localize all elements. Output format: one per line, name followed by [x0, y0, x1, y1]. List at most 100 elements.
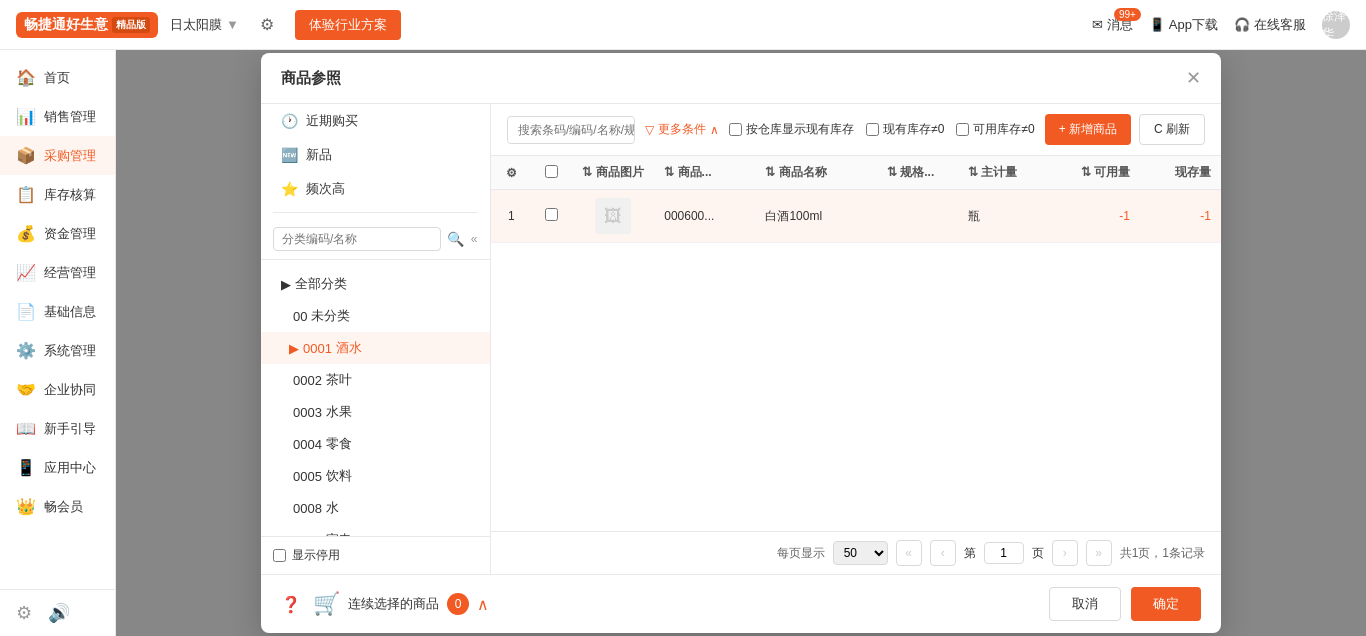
sidebar-item-guide[interactable]: 📖 新手引导: [0, 409, 115, 448]
collapse-panel-btn[interactable]: «: [470, 229, 478, 249]
table-row[interactable]: 1 🖼: [491, 190, 1221, 243]
col-header-stock[interactable]: 现存量: [1140, 156, 1221, 190]
row-spec: [877, 190, 958, 243]
app-download-btn[interactable]: 📱 App下载: [1149, 16, 1218, 34]
settings-gear-icon[interactable]: ⚙: [16, 602, 32, 624]
recent-purchase-item[interactable]: 🕐 近期购买: [269, 104, 482, 138]
store-selector[interactable]: 日太阳膜 ▼: [170, 16, 239, 34]
sidebar-item-finance[interactable]: 💰 资金管理: [0, 214, 115, 253]
col-header-name[interactable]: ⇅ 商品名称: [755, 156, 876, 190]
category-beverage-name: 饮料: [326, 467, 352, 485]
more-filter-button[interactable]: ▽ 更多条件 ∧: [645, 121, 719, 138]
category-appliance[interactable]: 0010 家电: [261, 524, 490, 536]
avail-not-zero-checkbox-label[interactable]: 可用库存≠0: [956, 121, 1034, 138]
category-liquor[interactable]: ▶ 0001 酒水: [261, 332, 490, 364]
col-header-checkbox[interactable]: [531, 156, 571, 190]
frequent-item[interactable]: ⭐ 频次高: [269, 172, 482, 206]
guide-icon: 📖: [16, 419, 36, 438]
online-service-btn[interactable]: 🎧 在线客服: [1234, 16, 1306, 34]
col-header-settings[interactable]: ⚙: [491, 156, 531, 190]
sidebar-item-app-center[interactable]: 📱 应用中心: [0, 448, 115, 487]
help-icon[interactable]: ❓: [281, 595, 301, 614]
cart-icon[interactable]: 🛒: [313, 591, 340, 617]
confirm-button[interactable]: 确定: [1131, 587, 1201, 621]
row-code: 000600...: [654, 190, 755, 243]
page-number-input[interactable]: [984, 542, 1024, 564]
modal-body: 🕐 近期购买 🆕 新品 ⭐ 频次高: [261, 104, 1221, 574]
first-page-button[interactable]: «: [896, 540, 922, 566]
warehouse-checkbox-text: 按仓库显示现有库存: [746, 121, 854, 138]
sidebar-item-sales[interactable]: 📊 销售管理: [0, 97, 115, 136]
row-checkbox-cell[interactable]: [531, 190, 571, 243]
volume-icon[interactable]: 🔊: [48, 602, 70, 624]
sidebar-label-app-center: 应用中心: [44, 459, 96, 477]
refresh-button[interactable]: C 刷新: [1139, 114, 1205, 145]
avatar[interactable]: 徐泽华: [1322, 11, 1350, 39]
row-name: 白酒100ml: [755, 190, 876, 243]
col-header-unit[interactable]: ⇅ 主计量: [958, 156, 1039, 190]
col-image-sort-icon: ⇅: [582, 165, 592, 179]
system-icon: ⚙️: [16, 341, 36, 360]
inventory-icon: 📋: [16, 185, 36, 204]
category-tea[interactable]: 0002 茶叶: [261, 364, 490, 396]
category-search-icon[interactable]: 🔍: [447, 231, 464, 247]
page-size-select[interactable]: 20 50 100: [833, 541, 888, 565]
category-tea-code: 0002: [293, 373, 322, 388]
sidebar-item-enterprise[interactable]: 🤝 企业协同: [0, 370, 115, 409]
table-settings-icon[interactable]: ⚙: [506, 166, 517, 180]
sidebar-item-home[interactable]: 🏠 首页: [0, 58, 115, 97]
category-snack-name: 零食: [326, 435, 352, 453]
add-product-button[interactable]: + 新增商品: [1045, 114, 1131, 145]
select-all-checkbox[interactable]: [545, 165, 558, 178]
sidebar-label-member: 畅会员: [44, 498, 83, 516]
warehouse-checkbox[interactable]: [729, 123, 742, 136]
sidebar-item-purchase[interactable]: 📦 采购管理: [0, 136, 115, 175]
finance-icon: 💰: [16, 224, 36, 243]
category-all[interactable]: ▶ 全部分类: [261, 268, 490, 300]
expand-all-icon: ▶: [281, 277, 291, 292]
category-beverage[interactable]: 0005 饮料: [261, 460, 490, 492]
warehouse-checkbox-label[interactable]: 按仓库显示现有库存: [729, 121, 854, 138]
col-header-code[interactable]: ⇅ 商品...: [654, 156, 755, 190]
product-search-input[interactable]: [508, 118, 635, 142]
cart-collapse-icon[interactable]: ∧: [477, 595, 489, 614]
category-water[interactable]: 0008 水: [261, 492, 490, 524]
next-page-button[interactable]: ›: [1052, 540, 1078, 566]
category-snack[interactable]: 0004 零食: [261, 428, 490, 460]
avail-not-zero-checkbox[interactable]: [956, 123, 969, 136]
modal-header: 商品参照 ✕: [261, 53, 1221, 104]
product-table-container: ⚙ ⇅ 商品图片: [491, 156, 1221, 531]
col-header-image[interactable]: ⇅ 商品图片: [572, 156, 654, 190]
sidebar-item-basic-info[interactable]: 📄 基础信息: [0, 292, 115, 331]
category-search: 🔍 «: [261, 219, 490, 260]
total-pages-info: 共1页，1条记录: [1120, 545, 1205, 562]
col-name-label: 商品名称: [779, 165, 827, 179]
trial-button[interactable]: 体验行业方案: [295, 10, 401, 40]
prev-page-button[interactable]: ‹: [930, 540, 956, 566]
sidebar-item-member[interactable]: 👑 畅会员: [0, 487, 115, 526]
category-fruit[interactable]: 0003 水果: [261, 396, 490, 428]
col-name-sort-icon: ⇅: [765, 165, 775, 179]
modal-close-button[interactable]: ✕: [1186, 67, 1201, 89]
settings-icon[interactable]: ⚙: [251, 9, 283, 41]
sidebar-item-system[interactable]: ⚙️ 系统管理: [0, 331, 115, 370]
show-disabled-checkbox[interactable]: [273, 549, 286, 562]
logo-text: 畅捷通好生意: [24, 16, 108, 34]
stock-not-zero-checkbox-label[interactable]: 现有库存≠0: [866, 121, 944, 138]
col-header-avail[interactable]: ⇅ 可用量: [1039, 156, 1140, 190]
row-unit: 瓶: [958, 190, 1039, 243]
category-search-input[interactable]: [273, 227, 441, 251]
category-unclassified[interactable]: 00 未分类: [261, 300, 490, 332]
sidebar-item-inventory[interactable]: 📋 库存核算: [0, 175, 115, 214]
stock-not-zero-checkbox[interactable]: [866, 123, 879, 136]
row-checkbox[interactable]: [545, 208, 558, 221]
modal-right-panel: 🔍 ▽ 更多条件 ∧ 按仓库显示现有库存: [491, 104, 1221, 574]
new-product-item[interactable]: 🆕 新品: [269, 138, 482, 172]
col-spec-label: 规格...: [900, 165, 934, 179]
col-header-spec[interactable]: ⇅ 规格...: [877, 156, 958, 190]
message-btn[interactable]: ✉ 消息 99+: [1092, 16, 1133, 34]
cancel-button[interactable]: 取消: [1049, 587, 1121, 621]
sidebar-item-management[interactable]: 📈 经营管理: [0, 253, 115, 292]
sidebar-label-finance: 资金管理: [44, 225, 96, 243]
last-page-button[interactable]: »: [1086, 540, 1112, 566]
